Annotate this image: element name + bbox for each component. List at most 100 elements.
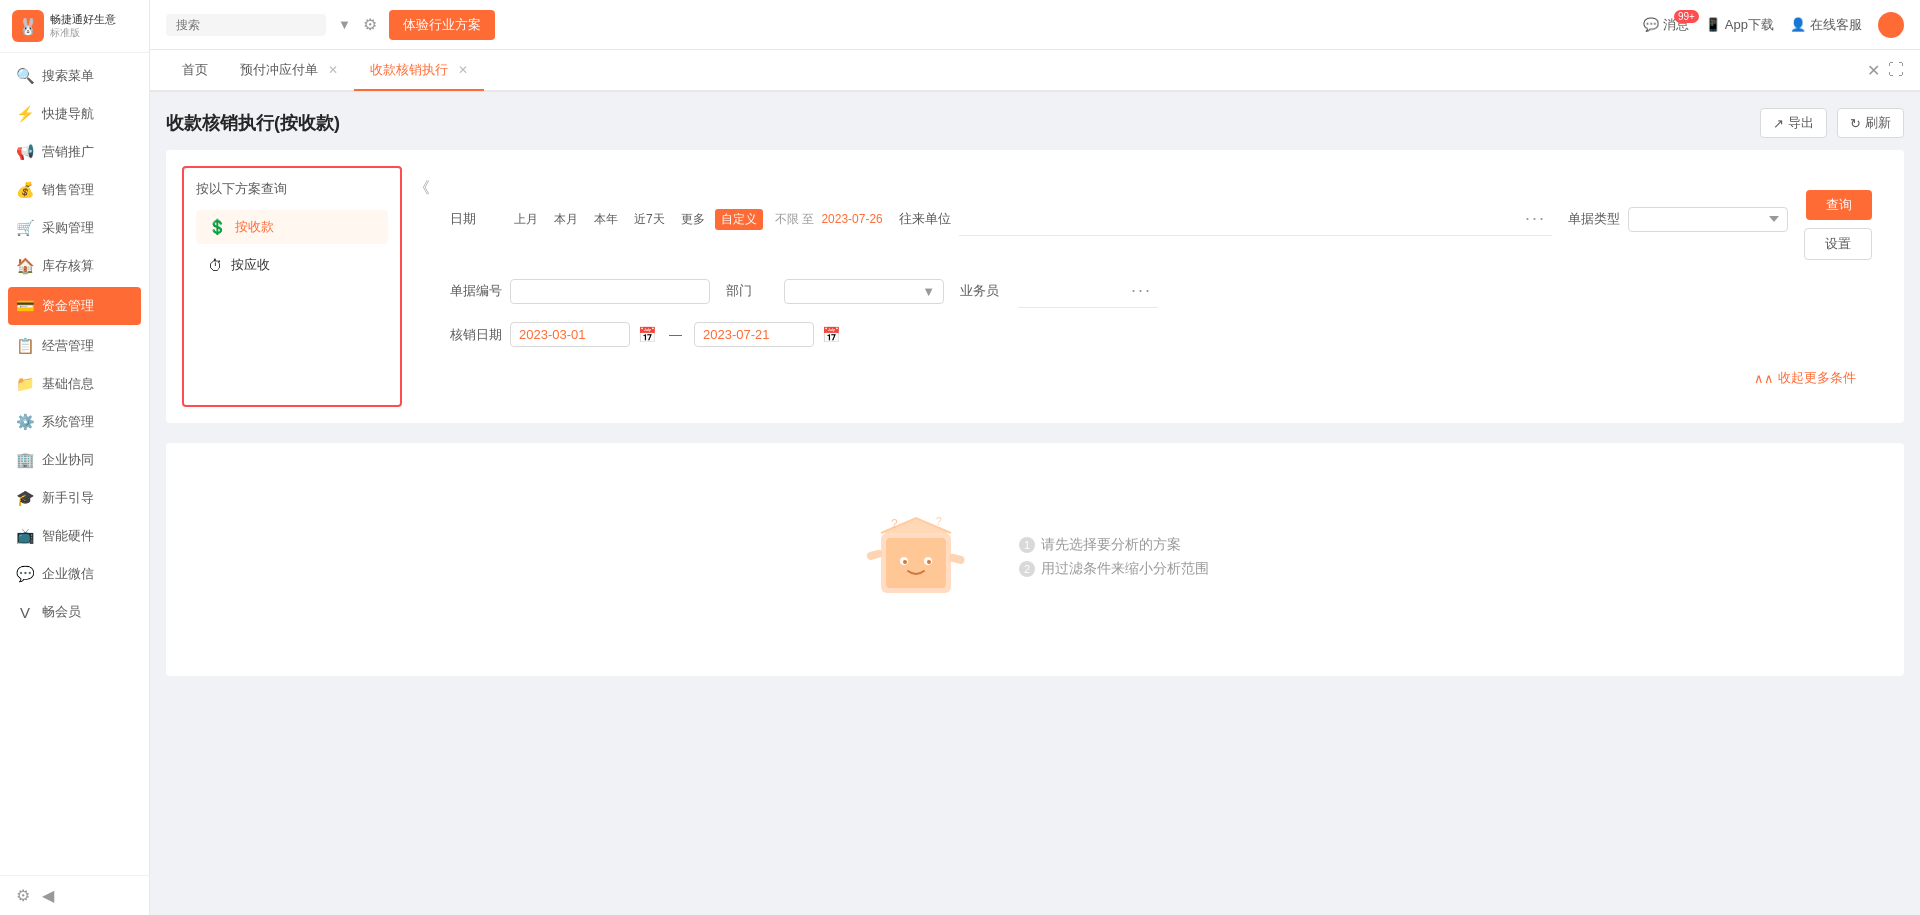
- sidebar-item-label-search: 搜索菜单: [42, 67, 94, 85]
- date-this-month-btn[interactable]: 本月: [548, 209, 584, 230]
- export-button[interactable]: ↗ 导出: [1760, 108, 1827, 138]
- search-input[interactable]: [166, 14, 326, 36]
- svg-point-4: [903, 560, 907, 564]
- refresh-icon: ↻: [1850, 116, 1861, 131]
- empty-text: 1 请先选择要分析的方案 2 用过滤条件来缩小分析范围: [1019, 536, 1209, 584]
- tab-collection-label: 收款核销执行: [370, 61, 448, 79]
- dept-label: 部门: [726, 282, 776, 300]
- sidebar-item-label-purchase: 采购管理: [42, 219, 94, 237]
- date-7days-btn[interactable]: 近7天: [628, 209, 671, 230]
- step-2-num: 2: [1019, 561, 1035, 577]
- sidebar-item-label-wechat: 企业微信: [42, 565, 94, 583]
- staff-label: 业务员: [960, 282, 1010, 300]
- industry-solution-button[interactable]: 体验行业方案: [389, 10, 495, 40]
- logo-name: 畅捷通好生意: [50, 12, 116, 26]
- expand-tab-icon[interactable]: ⛶: [1888, 61, 1904, 80]
- date-this-year-btn[interactable]: 本年: [588, 209, 624, 230]
- online-service-button[interactable]: 👤 在线客服: [1790, 16, 1862, 34]
- verify-date-end-input[interactable]: [694, 322, 814, 347]
- filter-collapse-icon[interactable]: 《: [410, 174, 434, 203]
- sidebar-item-basic[interactable]: 📁 基础信息: [0, 365, 149, 403]
- empty-step-2: 2 用过滤条件来缩小分析范围: [1019, 560, 1209, 578]
- refresh-button[interactable]: ↻ 刷新: [1837, 108, 1904, 138]
- tab-prepay-close[interactable]: ✕: [328, 63, 338, 77]
- filter-sidebar: 按以下方案查询 💲 按收款 ⏱ 按应收: [182, 166, 402, 407]
- sidebar-item-inventory[interactable]: 🏠 库存核算: [0, 247, 149, 285]
- sidebar-item-member[interactable]: V 畅会员: [0, 593, 149, 631]
- bill-no-input[interactable]: [510, 279, 710, 304]
- bill-type-select[interactable]: [1628, 207, 1788, 232]
- date-more-btn[interactable]: 更多: [675, 209, 711, 230]
- tab-home[interactable]: 首页: [166, 51, 224, 91]
- sidebar-item-enterprise[interactable]: 🏢 企业协同: [0, 441, 149, 479]
- sidebar-item-label-sales: 销售管理: [42, 181, 94, 199]
- date-range-display: 不限 至 2023-07-26: [775, 211, 883, 228]
- filter-option-by-receivable[interactable]: ⏱ 按应收: [196, 248, 388, 282]
- calendar-end-icon[interactable]: 📅: [822, 326, 841, 344]
- sidebar-item-quick-nav[interactable]: ⚡ 快捷导航: [0, 95, 149, 133]
- sidebar-item-sales[interactable]: 💰 销售管理: [0, 171, 149, 209]
- empty-illustration: ? ?: [861, 503, 971, 616]
- sidebar-item-hardware[interactable]: 📺 智能硬件: [0, 517, 149, 555]
- logo-icon: 🐰: [12, 10, 44, 42]
- collapse-conditions-btn[interactable]: ∧∧ 收起更多条件: [450, 361, 1872, 395]
- date-last-month-btn[interactable]: 上月: [508, 209, 544, 230]
- filter-option-by-receipt[interactable]: 💲 按收款: [196, 210, 388, 244]
- sidebar-item-purchase[interactable]: 🛒 采购管理: [0, 209, 149, 247]
- query-btn-area: 查询 设置: [1804, 178, 1872, 260]
- filter-panel: 按以下方案查询 💲 按收款 ⏱ 按应收 《: [166, 150, 1904, 423]
- sidebar-item-label-enterprise: 企业协同: [42, 451, 94, 469]
- sidebar-item-system[interactable]: ⚙️ 系统管理: [0, 403, 149, 441]
- member-icon: V: [16, 604, 34, 621]
- svg-text:?: ?: [936, 516, 942, 527]
- app-download-button[interactable]: 📱 App下载: [1705, 16, 1774, 34]
- sidebar-item-search[interactable]: 🔍 搜索菜单: [0, 57, 149, 95]
- tab-prepay-label: 预付冲应付单: [240, 61, 318, 79]
- purchase-icon: 🛒: [16, 219, 34, 237]
- sidebar-item-label-finance: 资金管理: [42, 297, 94, 315]
- hardware-icon: 📺: [16, 527, 34, 545]
- set-button[interactable]: 设置: [1804, 228, 1872, 260]
- filter-row-1: 日期 上月 本月 本年 近7天 更多 自定义 不限 至: [450, 178, 1872, 260]
- sidebar-item-wechat[interactable]: 💬 企业微信: [0, 555, 149, 593]
- tab-collection-close[interactable]: ✕: [458, 63, 468, 77]
- close-tab-icon[interactable]: ✕: [1867, 61, 1880, 80]
- guide-icon: 🎓: [16, 489, 34, 507]
- collapse-sidebar-icon[interactable]: ◀: [42, 886, 54, 905]
- counterparty-dots-btn[interactable]: ···: [1519, 206, 1552, 231]
- staff-dots-btn[interactable]: ···: [1125, 278, 1158, 303]
- bill-type-filter: 单据类型: [1568, 207, 1788, 232]
- message-button[interactable]: 💬 消息 99+: [1643, 16, 1689, 34]
- date-custom-btn[interactable]: 自定义: [715, 209, 763, 230]
- filter-sidebar-title: 按以下方案查询: [196, 180, 388, 198]
- sidebar-item-marketing[interactable]: 📢 营销推广: [0, 133, 149, 171]
- filter-row-3: 核销日期 📅 — 📅: [450, 322, 1872, 347]
- query-button[interactable]: 查询: [1806, 190, 1872, 220]
- chevron-down-icon[interactable]: ▼: [338, 17, 351, 32]
- verify-date-start-input[interactable]: [510, 322, 630, 347]
- sidebar-nav: 🔍 搜索菜单⚡ 快捷导航📢 营销推广💰 销售管理🛒 采购管理🏠 库存核算💳 资金…: [0, 53, 149, 875]
- finance-icon: 💳: [16, 297, 34, 315]
- empty-state: ? ? 1 请先选择要分析的方案 2 用过滤条件来缩小分析范围: [166, 443, 1904, 676]
- page-title: 收款核销执行(按收款): [166, 111, 340, 135]
- svg-rect-6: [866, 549, 884, 561]
- tab-prepay[interactable]: 预付冲应付单 ✕: [224, 51, 354, 91]
- sidebar-item-guide[interactable]: 🎓 新手引导: [0, 479, 149, 517]
- tab-collection[interactable]: 收款核销执行 ✕: [354, 51, 484, 91]
- sidebar-bottom: ⚙ ◀: [0, 875, 149, 915]
- sidebar-item-business[interactable]: 📋 经营管理: [0, 327, 149, 365]
- sidebar-item-label-quick-nav: 快捷导航: [42, 105, 94, 123]
- dept-filter: 部门 ▼: [726, 279, 944, 304]
- calendar-start-icon[interactable]: 📅: [638, 326, 657, 344]
- gear-icon[interactable]: ⚙: [363, 15, 377, 34]
- sidebar-item-finance[interactable]: 💳 资金管理: [8, 287, 141, 325]
- user-avatar[interactable]: [1878, 12, 1904, 38]
- sidebar-item-label-business: 经营管理: [42, 337, 94, 355]
- bill-no-filter: 单据编号: [450, 279, 710, 304]
- sidebar-item-label-hardware: 智能硬件: [42, 527, 94, 545]
- topbar-right: 💬 消息 99+ 📱 App下载 👤 在线客服: [1643, 12, 1904, 38]
- settings-icon[interactable]: ⚙: [16, 886, 30, 905]
- svg-text:?: ?: [891, 517, 898, 531]
- counterparty-filter: 往来单位 ···: [899, 202, 1552, 236]
- page-header: 收款核销执行(按收款) ↗ 导出 ↻ 刷新: [166, 108, 1904, 138]
